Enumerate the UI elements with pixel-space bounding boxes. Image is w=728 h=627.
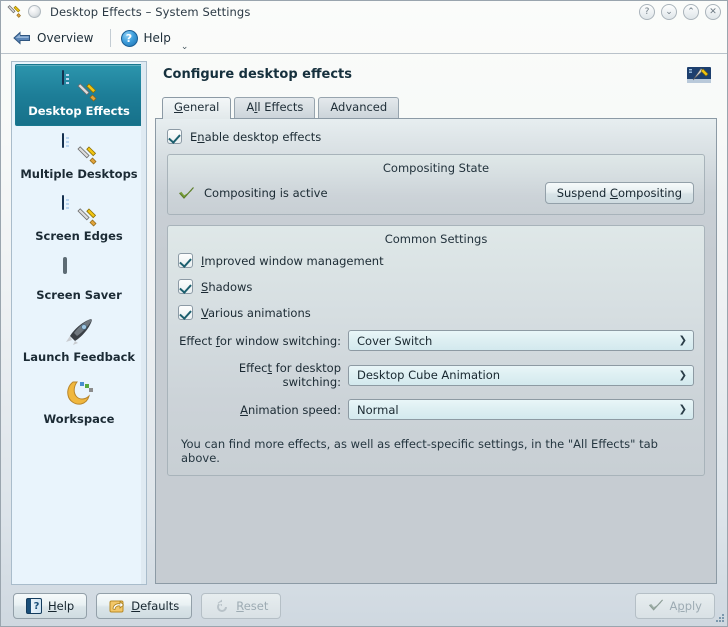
chevron-down-icon[interactable]: ⌄ [181,42,189,53]
page-title: Configure desktop effects [163,67,352,82]
screen-saver-icon [63,256,95,285]
sidebar-item-label: Multiple Desktops [20,167,138,182]
desktop-switching-select[interactable]: Desktop Cube Animation ❯ [348,364,694,386]
bottom-button-bar: ? Help Defaults Reset Apply [1,586,727,626]
tabbar: General All Effects Advanced [155,97,717,119]
help-menu-button[interactable]: ? Help [119,28,179,49]
animation-speed-row: Animation speed: Normal ❯ [178,399,694,420]
overview-label: Overview [37,31,94,45]
common-settings-title: Common Settings [384,232,488,246]
various-animations-label: Various animations [201,305,311,320]
desktop-switching-row: Effect for desktop switching: Desktop Cu… [178,361,694,389]
help-label: Help [143,31,171,45]
help-button-bottom[interactable]: ? Help [13,593,88,619]
system-settings-window: Desktop Effects – System Settings ? ⌄ ⌃ … [0,0,728,627]
workspace-icon [63,379,95,409]
improved-window-management-checkbox[interactable] [178,253,193,268]
sidebar-item-screen-edges[interactable]: Screen Edges [15,190,143,250]
close-button[interactable]: ✕ [705,4,721,20]
desktop-effects-icon [687,67,711,85]
animation-speed-select[interactable]: Normal ❯ [348,399,694,420]
window-title: Desktop Effects – System Settings [50,4,251,19]
shadows-label: Shadows [201,279,253,294]
various-animations-checkbox[interactable] [178,305,193,320]
shadows-checkbox[interactable] [178,279,193,294]
resize-grip[interactable] [713,612,725,624]
help-button-label: Help [48,599,75,613]
green-check-icon [178,186,195,201]
screen-edges-icon [62,195,97,227]
window-switching-value: Cover Switch [357,333,433,348]
minimize-button[interactable]: ⌄ [661,4,677,20]
defaults-icon [109,598,125,614]
arrow-left-icon [13,30,31,46]
window-icon [6,4,22,20]
animation-speed-label: Animation speed: [240,402,341,417]
sidebar-item-label: Screen Edges [35,229,123,244]
improved-window-management-label: Improved window management [201,253,384,268]
window-switching-row: Effect for window switching: Cover Switc… [178,330,694,351]
titlebar: Desktop Effects – System Settings ? ⌄ ⌃ … [1,1,727,22]
sidebar-item-desktop-effects[interactable]: Desktop Effects [15,64,143,127]
help-book-icon: ? [26,598,42,614]
reset-button: Reset [201,593,282,619]
toolbar: Overview ? Help ⌄ [1,23,727,54]
defaults-button-label: Defaults [131,599,180,613]
window-disc-icon [28,5,41,18]
sidebar-item-launch-feedback[interactable]: Launch Feedback [15,311,143,371]
compositing-status-text: Compositing is active [204,186,328,200]
chevron-down-icon: ❯ [678,335,687,346]
main-panel: Configure desktop effects General All Ef… [155,61,717,585]
apply-button: Apply [634,593,715,619]
desktop-effects-icon [62,70,97,102]
tab-advanced[interactable]: Advanced [318,97,400,118]
overview-button[interactable]: Overview [11,28,102,48]
sidebar-item-label: Desktop Effects [28,104,130,118]
main-header: Configure desktop effects [155,61,717,85]
enable-desktop-effects-label: Enable desktop effects [190,129,322,144]
chevron-down-icon: ❯ [678,369,687,381]
apply-button-label: Apply [669,599,703,613]
launch-feedback-icon [62,317,96,347]
sidebar-item-label: Screen Saver [36,287,122,302]
sidebar-item-label: Workspace [43,412,115,427]
enable-desktop-effects-checkbox[interactable] [167,129,182,144]
maximize-button[interactable]: ⌃ [683,4,699,20]
window-switching-select[interactable]: Cover Switch ❯ [348,330,694,351]
compositing-state-group: Compositing State Compositing is active … [167,154,705,215]
reset-icon [214,598,230,614]
desktop-switching-value: Desktop Cube Animation [357,368,501,382]
defaults-button[interactable]: Defaults [96,593,193,619]
help-icon: ? [120,29,138,47]
improved-window-management-row[interactable]: Improved window management [178,253,694,268]
tab-all-effects[interactable]: All Effects [234,97,316,118]
animation-speed-value: Normal [357,402,399,417]
tab-panel-general: Enable desktop effects Compositing State… [155,118,717,584]
reset-button-label: Reset [236,599,269,613]
sidebar-item-multiple-desktops[interactable]: Multiple Desktops [15,128,143,188]
sidebar-item-workspace[interactable]: Workspace [15,373,143,433]
titlebar-buttons: ? ⌄ ⌃ ✕ [639,4,721,20]
common-settings-group: Common Settings Improved window manageme… [167,225,705,476]
sidebar-item-screen-saver[interactable]: Screen Saver [15,253,143,309]
sidebar-item-label: Launch Feedback [22,349,136,364]
sidebar-scrollbar[interactable] [141,62,146,584]
window-switching-label: Effect for window switching: [179,333,341,348]
effects-hint-text: You can find more effects, as well as ef… [181,437,658,465]
various-animations-row[interactable]: Various animations [178,305,694,320]
suspend-compositing-button[interactable]: Suspend Compositing [544,182,694,204]
sidebar: Desktop Effects Multiple Desktops Screen… [11,61,147,585]
help-button[interactable]: ? [639,4,655,20]
tab-general[interactable]: General [162,97,232,119]
compositing-state-title: Compositing State [382,161,490,175]
desktop-switching-label: Effect for desktop switching: [238,361,341,389]
apply-check-icon [648,598,664,614]
shadows-row[interactable]: Shadows [178,279,694,294]
multiple-desktops-icon [62,133,97,165]
enable-desktop-effects-row[interactable]: Enable desktop effects [167,129,705,144]
chevron-down-icon: ❯ [678,404,687,415]
toolbar-separator [109,29,111,47]
common-settings-checkboxes: Improved window management Shadows Vario… [178,253,694,320]
